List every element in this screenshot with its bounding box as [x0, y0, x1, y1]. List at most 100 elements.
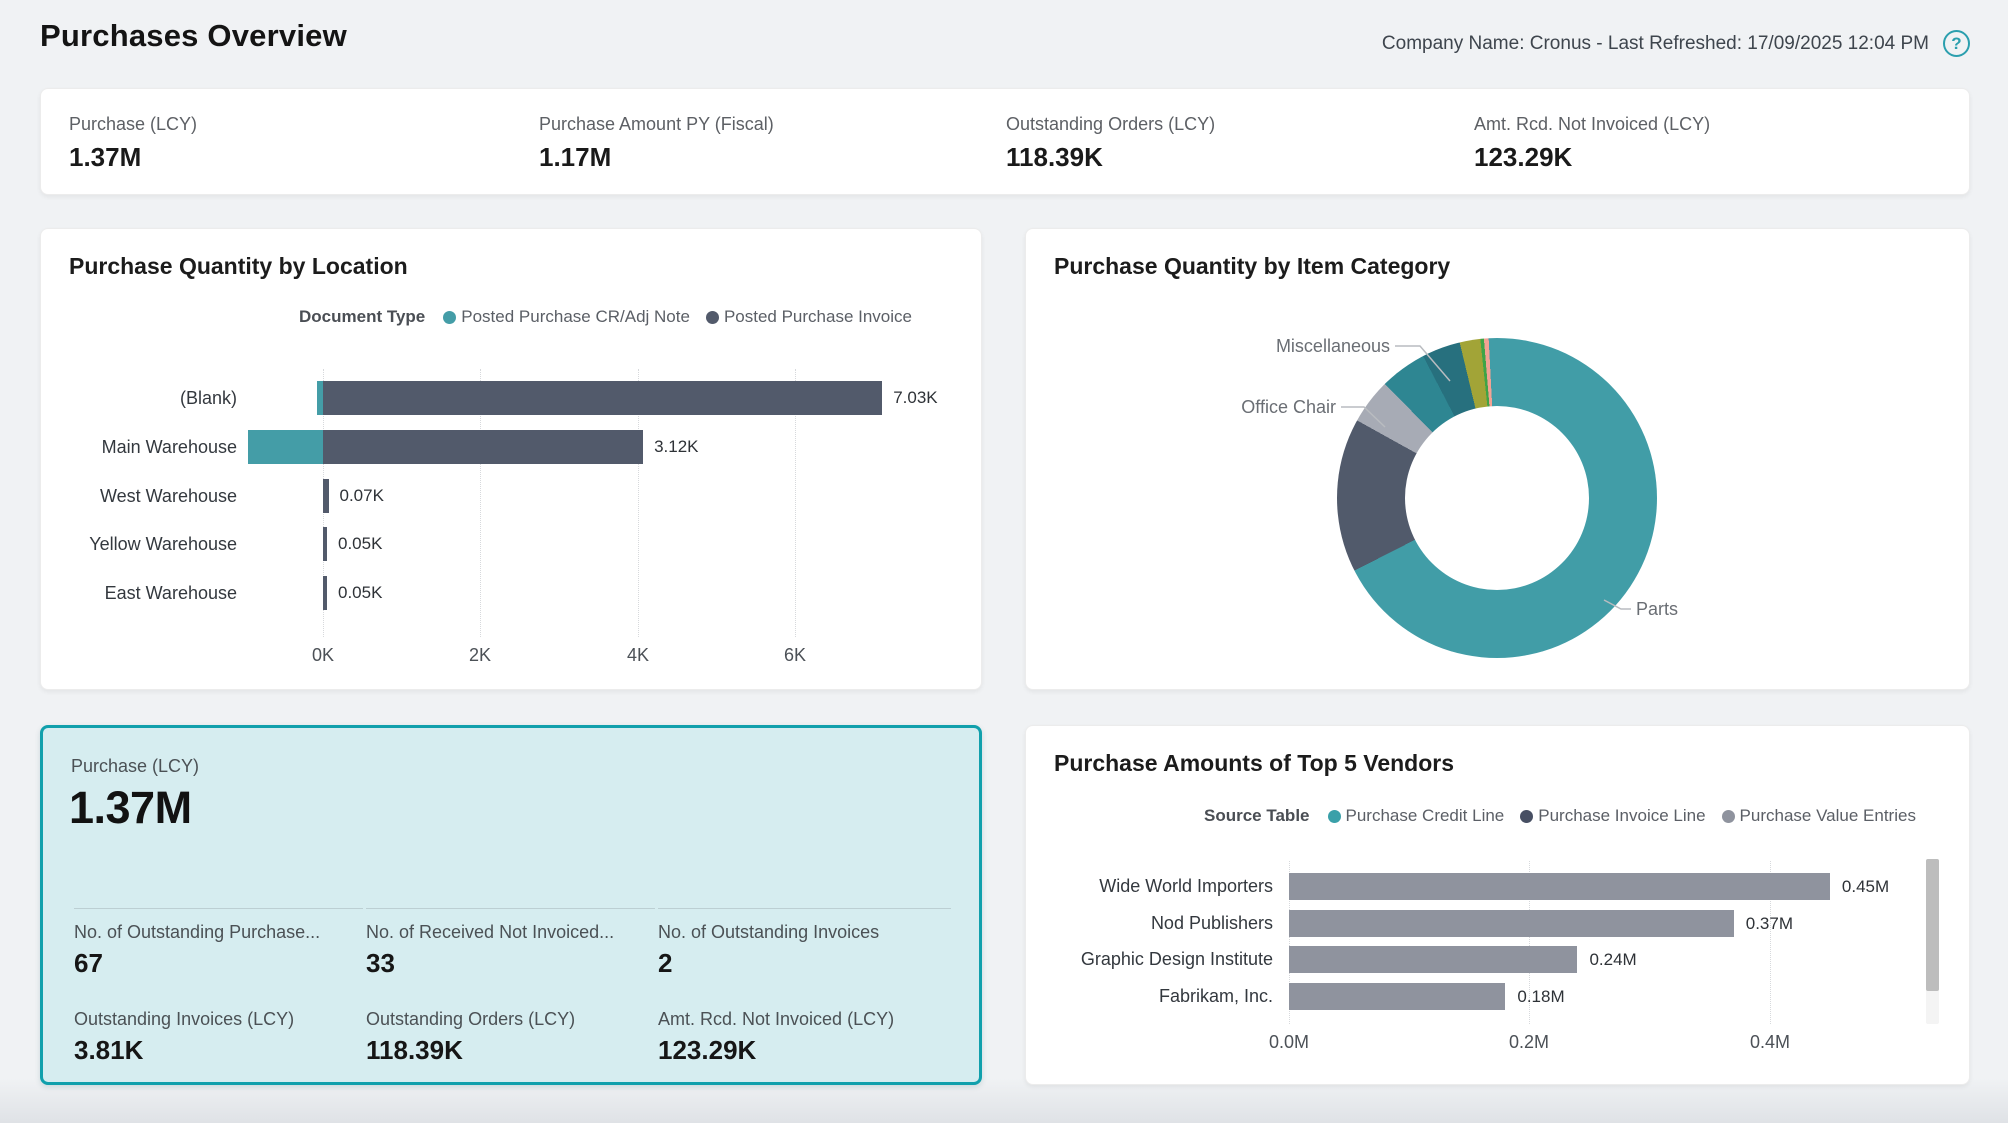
- divider: [658, 908, 951, 909]
- location-legend: Document Type Posted Purchase CR/Adj Not…: [299, 307, 912, 327]
- category-label: Main Warehouse: [41, 430, 237, 464]
- stat-value: 67: [74, 948, 354, 979]
- invoice-bar-segment[interactable]: [323, 479, 329, 513]
- chart-title: Purchase Quantity by Item Category: [1054, 253, 1450, 280]
- stat-label: No. of Received Not Invoiced...: [366, 922, 646, 943]
- invoice-bar-segment[interactable]: [323, 576, 327, 610]
- stat-outstanding-invoices-count: No. of Outstanding Invoices 2: [658, 922, 938, 979]
- category-label: West Warehouse: [41, 479, 237, 513]
- bar-value-label: 0.07K: [340, 479, 384, 513]
- chart-title: Purchase Quantity by Location: [69, 253, 408, 280]
- invoice-bar-segment[interactable]: [323, 381, 882, 415]
- location-bar-row: (Blank) 7.03K: [41, 381, 981, 415]
- purchase-lcy-summary-card[interactable]: Purchase (LCY) 1.37M No. of Outstanding …: [40, 725, 982, 1085]
- legend-item-invoice[interactable]: Posted Purchase Invoice: [706, 307, 912, 327]
- vendor-amount-bar[interactable]: [1289, 983, 1505, 1010]
- kpi-label: Outstanding Orders (LCY): [1006, 114, 1215, 135]
- invoice-bar-segment[interactable]: [323, 527, 327, 561]
- x-axis-tick: 0.2M: [1494, 1032, 1564, 1053]
- bar-value-label: 0.18M: [1517, 983, 1564, 1010]
- legend-item-cr-adj-note[interactable]: Posted Purchase CR/Adj Note: [443, 307, 690, 327]
- kpi-amt-rcd-not-invoiced[interactable]: Amt. Rcd. Not Invoiced (LCY) 123.29K: [1474, 114, 1710, 173]
- stat-value: 123.29K: [658, 1035, 938, 1066]
- stat-label: No. of Outstanding Purchase...: [74, 922, 354, 943]
- divider: [74, 908, 363, 909]
- cr-adj-note-bar-segment[interactable]: [248, 430, 323, 464]
- legend-dot-icon: [1520, 810, 1533, 823]
- x-axis-tick: 0.4M: [1735, 1032, 1805, 1053]
- legend-dot-icon: [1722, 810, 1735, 823]
- invoice-bar-segment[interactable]: [323, 430, 643, 464]
- bar-value-label: 0.37M: [1746, 910, 1793, 937]
- divider: [366, 908, 655, 909]
- category-label: Fabrikam, Inc.: [1056, 983, 1273, 1010]
- kpi-label: Purchase Amount PY (Fiscal): [539, 114, 774, 135]
- vendor-bars-plot: Wide World Importers0.45MNod Publishers0…: [1026, 873, 1969, 1013]
- page-title: Purchases Overview: [40, 18, 347, 54]
- vendor-amount-bar[interactable]: [1289, 910, 1734, 937]
- company-refresh-info: Company Name: Cronus - Last Refreshed: 1…: [1382, 33, 1929, 55]
- stat-received-not-invoiced-count: No. of Received Not Invoiced... 33: [366, 922, 646, 979]
- category-label: East Warehouse: [41, 576, 237, 610]
- donut-chart[interactable]: [1337, 338, 1657, 658]
- stat-label: No. of Outstanding Invoices: [658, 922, 938, 943]
- stat-label: Outstanding Orders (LCY): [366, 1009, 646, 1030]
- bar-value-label: 0.24M: [1589, 946, 1636, 973]
- x-axis-tick: 2K: [445, 645, 515, 666]
- kpi-label: Amt. Rcd. Not Invoiced (LCY): [1474, 114, 1710, 135]
- donut-hole: [1405, 406, 1589, 590]
- legend-item-invoice-line[interactable]: Purchase Invoice Line: [1520, 806, 1705, 826]
- legend-title: Source Table: [1204, 806, 1310, 826]
- legend-item-credit-line[interactable]: Purchase Credit Line: [1328, 806, 1505, 826]
- vendors-scrollbar[interactable]: [1926, 859, 1939, 1024]
- legend-title: Document Type: [299, 307, 425, 327]
- location-chart-card: Purchase Quantity by Location Document T…: [40, 228, 982, 690]
- stat-outstanding-purchase-count: No. of Outstanding Purchase... 67: [74, 922, 354, 979]
- vendor-amount-bar[interactable]: [1289, 873, 1830, 900]
- x-axis-tick: 4K: [603, 645, 673, 666]
- stat-label: Outstanding Invoices (LCY): [74, 1009, 354, 1030]
- callout-label-miscellaneous: Miscellaneous: [1230, 336, 1390, 357]
- chart-title: Purchase Amounts of Top 5 Vendors: [1054, 750, 1454, 777]
- help-icon[interactable]: ?: [1943, 30, 1970, 57]
- vendor-amount-bar[interactable]: [1289, 946, 1577, 973]
- header-meta-group: Company Name: Cronus - Last Refreshed: 1…: [1382, 30, 1970, 57]
- stat-value: 2: [658, 948, 938, 979]
- kpi-label: Purchase (LCY): [69, 114, 197, 135]
- kpi-outstanding-orders[interactable]: Outstanding Orders (LCY) 118.39K: [1006, 114, 1215, 173]
- bar-value-label: 0.45M: [1842, 873, 1889, 900]
- bar-value-label: 7.03K: [893, 381, 937, 415]
- stat-value: 118.39K: [366, 1035, 646, 1066]
- legend-dot-icon: [443, 311, 456, 324]
- location-bar-row: East Warehouse 0.05K: [41, 576, 981, 610]
- legend-dot-icon: [706, 311, 719, 324]
- location-bar-row: West Warehouse 0.07K: [41, 479, 981, 513]
- stat-label: Amt. Rcd. Not Invoiced (LCY): [658, 1009, 938, 1030]
- vendor-bar-row: Nod Publishers 0.37M: [1026, 910, 1969, 937]
- callout-label-office-chair: Office Chair: [1176, 397, 1336, 418]
- x-axis-tick: 0.0M: [1254, 1032, 1324, 1053]
- kpi-purchase-lcy[interactable]: Purchase (LCY) 1.37M: [69, 114, 197, 173]
- kpi-value: 118.39K: [1006, 142, 1215, 173]
- location-bar-row: Yellow Warehouse0.05K: [41, 527, 981, 561]
- stat-value: 3.81K: [74, 1035, 354, 1066]
- kpi-strip-card: Purchase (LCY) 1.37M Purchase Amount PY …: [40, 88, 1970, 195]
- kpi-value: 123.29K: [1474, 142, 1710, 173]
- bar-value-label: 3.12K: [654, 430, 698, 464]
- scrollbar-thumb[interactable]: [1926, 859, 1939, 991]
- category-label: (Blank): [41, 381, 237, 415]
- vendor-bar-row: Fabrikam, Inc. 0.18M: [1026, 983, 1969, 1010]
- legend-label: Purchase Value Entries: [1740, 806, 1916, 826]
- callout-label-parts: Parts: [1636, 599, 1678, 620]
- x-axis-tick: 0K: [288, 645, 358, 666]
- kpi-purchase-amount-py[interactable]: Purchase Amount PY (Fiscal) 1.17M: [539, 114, 774, 173]
- location-bar-row: Main Warehouse 3.12K: [41, 430, 981, 464]
- kpi-value: 1.37M: [69, 142, 197, 173]
- legend-item-value-entries[interactable]: Purchase Value Entries: [1722, 806, 1916, 826]
- top-vendors-chart-card: Purchase Amounts of Top 5 Vendors Source…: [1025, 725, 1970, 1085]
- bar-value-label: 0.05K: [338, 576, 382, 610]
- vendors-legend: Source Table Purchase Credit Line Purcha…: [1204, 806, 1916, 826]
- category-label: Nod Publishers: [1056, 910, 1273, 937]
- x-axis-tick: 6K: [760, 645, 830, 666]
- stat-value: 33: [366, 948, 646, 979]
